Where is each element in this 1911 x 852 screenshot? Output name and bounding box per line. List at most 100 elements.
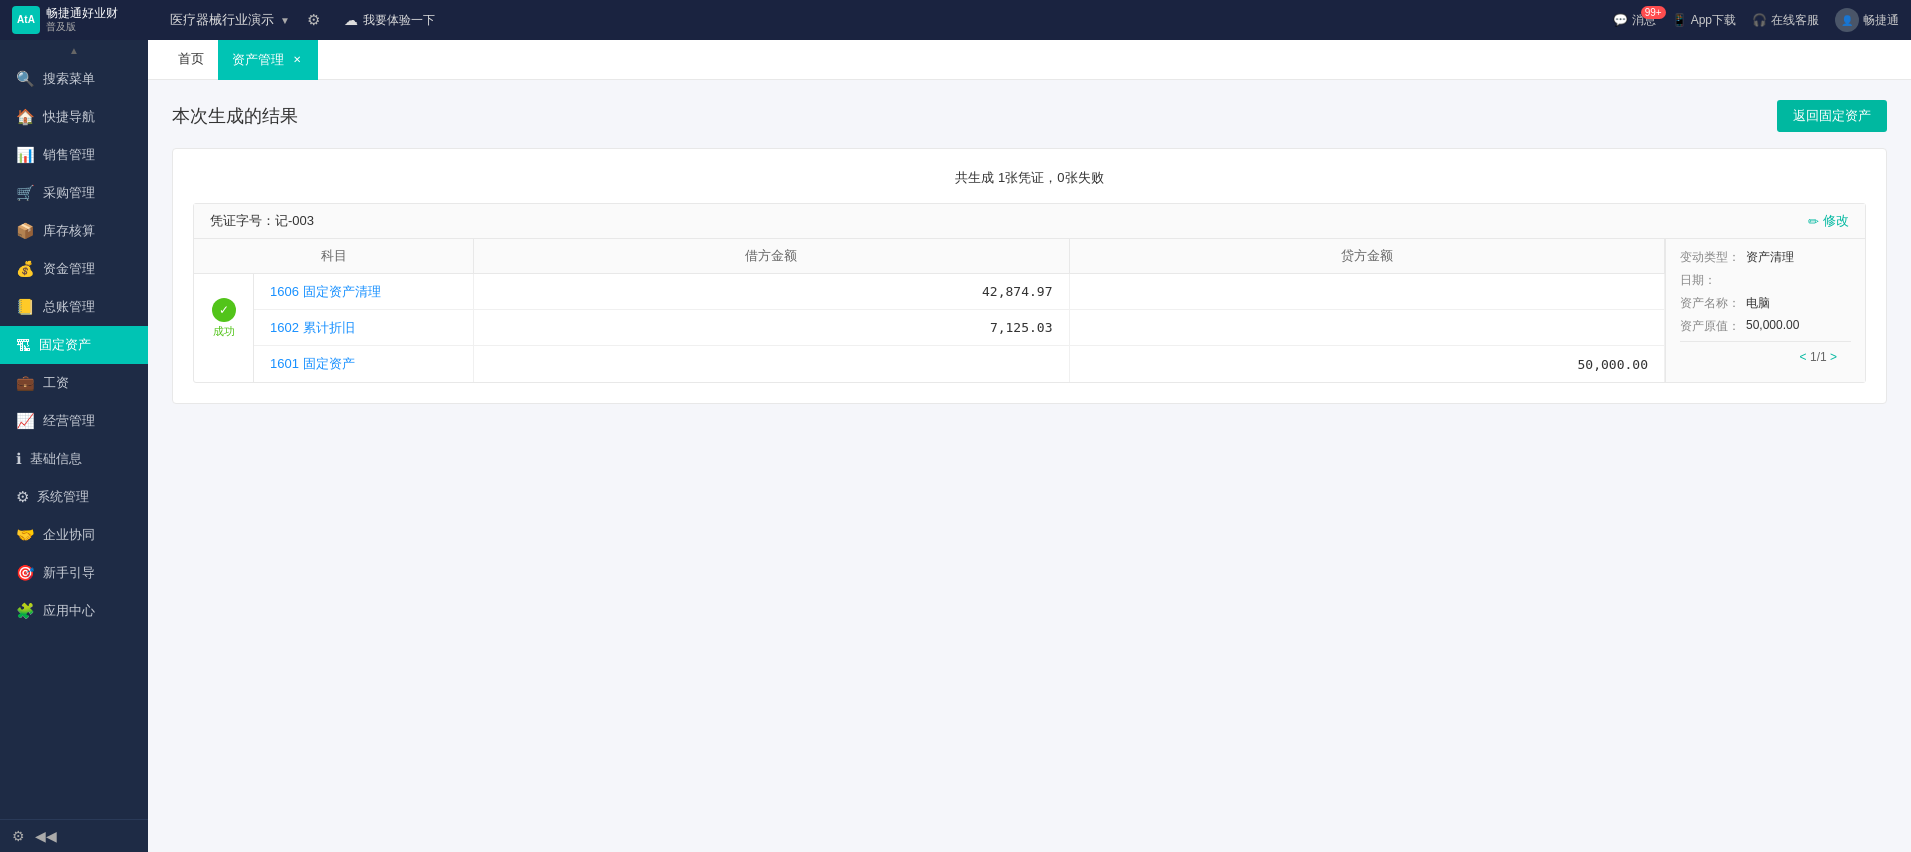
main-layout: ▲ 🔍 搜索菜单 🏠 快捷导航 📊 销售管理 🛒 采购管理 📦 库存核算 💰 资… <box>0 40 1911 852</box>
asset-original-value: 50,000.00 <box>1746 318 1799 335</box>
sidebar-item-app-center[interactable]: 🧩 应用中心 <box>0 592 148 630</box>
change-type-label: 变动类型： <box>1680 249 1740 266</box>
online-service-label: 在线客服 <box>1771 12 1819 29</box>
user-name: 畅捷通 <box>1863 12 1899 29</box>
info-asset-name: 资产名称： 电脑 <box>1680 295 1851 312</box>
sidebar-item-purchase[interactable]: 🛒 采购管理 <box>0 174 148 212</box>
voucher-table: 科目 借方金额 贷方金额 ✓ 成功 <box>194 239 1665 382</box>
success-column: ✓ 成功 <box>194 274 254 382</box>
sidebar-item-system[interactable]: ⚙ 系统管理 <box>0 478 148 516</box>
sidebar-item-cooperation[interactable]: 🤝 企业协同 <box>0 516 148 554</box>
app-center-icon: 🧩 <box>16 602 35 620</box>
page-content: 本次生成的结果 返回固定资产 共生成 1张凭证，0张失败 凭证字号：记-003 … <box>148 80 1911 852</box>
sidebar-item-basic-info[interactable]: ℹ 基础信息 <box>0 440 148 478</box>
tab-bar: 首页 资产管理 ✕ <box>148 40 1911 80</box>
sidebar-item-sales[interactable]: 📊 销售管理 <box>0 136 148 174</box>
company-name: 医疗器械行业演示 <box>170 11 274 29</box>
result-card: 共生成 1张凭证，0张失败 凭证字号：记-003 ✏ 修改 科 <box>172 148 1887 404</box>
tab-asset-mgmt-label: 资产管理 <box>232 51 284 69</box>
edit-icon: ✏ <box>1808 214 1819 229</box>
subject-link[interactable]: 1606 固定资产清理 <box>270 283 381 301</box>
inventory-icon: 📦 <box>16 222 35 240</box>
sidebar-scroll-up[interactable]: ▲ <box>0 40 148 60</box>
sidebar-item-funds[interactable]: 💰 资金管理 <box>0 250 148 288</box>
result-summary: 共生成 1张凭证，0张失败 <box>193 169 1866 187</box>
header-right: 💬 消息 99+ 📱 App下载 🎧 在线客服 👤 畅捷通 <box>1613 8 1899 32</box>
sidebar-label-basic-info: 基础信息 <box>30 450 82 468</box>
voucher-edit-button[interactable]: ✏ 修改 <box>1808 212 1849 230</box>
sidebar-item-ledger[interactable]: 📒 总账管理 <box>0 288 148 326</box>
success-text: 成功 <box>213 324 235 339</box>
sidebar-item-fixed-assets[interactable]: 🏗 固定资产 <box>0 326 148 364</box>
info-change-type: 变动类型： 资产清理 <box>1680 249 1851 266</box>
voucher-header: 凭证字号：记-003 ✏ 修改 <box>194 204 1865 239</box>
app-name: 畅捷通好业财 <box>46 6 118 20</box>
sidebar-item-inventory[interactable]: 📦 库存核算 <box>0 212 148 250</box>
sidebar-label-guide: 新手引导 <box>43 564 95 582</box>
sidebar-item-guide[interactable]: 🎯 新手引导 <box>0 554 148 592</box>
change-type-value: 资产清理 <box>1746 249 1794 266</box>
table-data-area: ✓ 成功 1606 固定资产清理 42,874.97 1602 累计折旧 7,1… <box>194 274 1665 382</box>
basic-info-icon: ℹ <box>16 450 22 468</box>
app-download-button[interactable]: 📱 App下载 <box>1672 12 1736 29</box>
user-avatar[interactable]: 👤 畅捷通 <box>1835 8 1899 32</box>
edit-label: 修改 <box>1823 212 1849 230</box>
table-row: 1601 固定资产 50,000.00 <box>254 346 1665 382</box>
sidebar-label-search: 搜索菜单 <box>43 70 95 88</box>
dropdown-arrow-icon: ▼ <box>280 15 290 26</box>
content-area: 首页 资产管理 ✕ 本次生成的结果 返回固定资产 共生成 1张凭证，0张失败 凭… <box>148 40 1911 852</box>
settings-icon[interactable]: ⚙ <box>300 6 328 34</box>
salary-icon: 💼 <box>16 374 35 392</box>
collapse-button[interactable]: ◀◀ <box>35 828 57 844</box>
mobile-icon: 📱 <box>1672 13 1687 27</box>
experience-button[interactable]: ☁ 我要体验一下 <box>328 12 451 29</box>
next-page-button[interactable]: > <box>1830 350 1837 364</box>
sidebar-bottom: ⚙ ◀◀ <box>0 819 148 852</box>
sidebar-label-inventory: 库存核算 <box>43 222 95 240</box>
sidebar: ▲ 🔍 搜索菜单 🏠 快捷导航 📊 销售管理 🛒 采购管理 📦 库存核算 💰 资… <box>0 40 148 852</box>
info-panel: 变动类型： 资产清理 日期： 资产名称： 电脑 <box>1665 239 1865 382</box>
th-debit: 借方金额 <box>474 239 1070 273</box>
sidebar-label-sales: 销售管理 <box>43 146 95 164</box>
subject-cell: 1606 固定资产清理 <box>254 274 474 309</box>
sidebar-item-quick-nav[interactable]: 🏠 快捷导航 <box>0 98 148 136</box>
company-selector[interactable]: 医疗器械行业演示 ▼ <box>160 11 300 29</box>
subject-link[interactable]: 1601 固定资产 <box>270 355 355 373</box>
credit-cell <box>1070 274 1666 309</box>
data-rows: 1606 固定资产清理 42,874.97 1602 累计折旧 7,125.03… <box>254 274 1665 382</box>
prev-page-button[interactable]: < <box>1800 350 1807 364</box>
sidebar-label-funds: 资金管理 <box>43 260 95 278</box>
subject-link[interactable]: 1602 累计折旧 <box>270 319 355 337</box>
subject-cell: 1601 固定资产 <box>254 346 474 382</box>
info-date: 日期： <box>1680 272 1851 289</box>
return-button[interactable]: 返回固定资产 <box>1777 100 1887 132</box>
th-subject: 科目 <box>194 239 474 273</box>
message-button[interactable]: 💬 消息 99+ <box>1613 12 1656 29</box>
sidebar-label-operations: 经营管理 <box>43 412 95 430</box>
sidebar-item-salary[interactable]: 💼 工资 <box>0 364 148 402</box>
sidebar-item-search[interactable]: 🔍 搜索菜单 <box>0 60 148 98</box>
tab-asset-mgmt[interactable]: 资产管理 ✕ <box>218 40 318 80</box>
voucher-number: 凭证字号：记-003 <box>210 212 314 230</box>
quick-nav-icon: 🏠 <box>16 108 35 126</box>
purchase-icon: 🛒 <box>16 184 35 202</box>
page-title: 本次生成的结果 <box>172 104 298 128</box>
tab-close-button[interactable]: ✕ <box>290 53 304 67</box>
system-icon: ⚙ <box>16 488 29 506</box>
app-edition: 普及版 <box>46 20 118 34</box>
online-service-button[interactable]: 🎧 在线客服 <box>1752 12 1819 29</box>
sidebar-item-operations[interactable]: 📈 经营管理 <box>0 402 148 440</box>
sidebar-label-cooperation: 企业协同 <box>43 526 95 544</box>
settings-bottom-button[interactable]: ⚙ <box>12 828 25 844</box>
logo-icon: AtA <box>12 6 40 34</box>
message-icon: 💬 <box>1613 13 1628 27</box>
avatar: 👤 <box>1835 8 1859 32</box>
experience-label: 我要体验一下 <box>363 12 435 29</box>
ledger-icon: 📒 <box>16 298 35 316</box>
asset-name-value: 电脑 <box>1746 295 1770 312</box>
funds-icon: 💰 <box>16 260 35 278</box>
pagination: < 1/1 > <box>1680 341 1851 372</box>
tab-home[interactable]: 首页 <box>164 40 218 80</box>
debit-cell: 7,125.03 <box>474 310 1070 345</box>
cloud-icon: ☁ <box>344 12 358 28</box>
